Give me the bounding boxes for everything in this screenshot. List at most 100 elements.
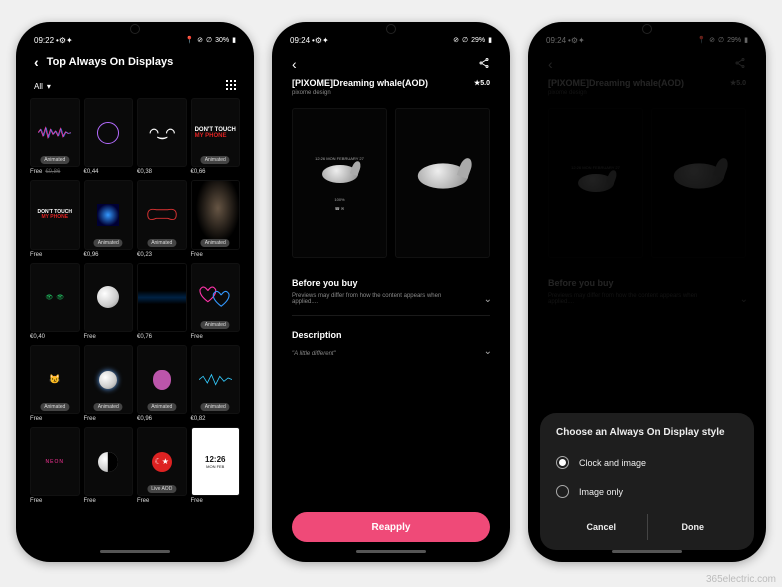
aod-item[interactable]: DON'T TOUCHMY PHONE Animated €0,66 (191, 98, 241, 175)
aod-item[interactable]: Animated Free (191, 263, 241, 340)
reapply-label: Reapply (372, 522, 411, 533)
badge: Animated (147, 239, 176, 247)
aod-item[interactable]: Animated €0,96 (84, 180, 134, 257)
option-clock-image[interactable]: Clock and image (556, 448, 738, 477)
aod-item[interactable]: 12:26MON FEB Free (191, 427, 241, 504)
price: Free (30, 498, 42, 504)
option-image-only[interactable]: Image only (556, 477, 738, 506)
aod-item[interactable]: DON'T TOUCHMY PHONE Free (30, 180, 80, 257)
thumb: 12:26MON FEB (191, 427, 241, 496)
aod-item[interactable]: ☾★ Live AOD Free (137, 427, 187, 504)
battery-text: 30% (215, 37, 229, 44)
price: Free (191, 498, 203, 504)
aod-item[interactable]: Animated Free (84, 345, 134, 422)
badge: Animated (94, 239, 123, 247)
badge: Animated (94, 403, 123, 411)
thumb: Animated (137, 345, 187, 414)
back-icon[interactable]: ‹ (34, 54, 39, 70)
done-button[interactable]: Done (648, 514, 739, 540)
price: €0,82 (191, 416, 206, 422)
badge: Animated (147, 403, 176, 411)
status-icons-left: •⚙✦ (56, 36, 73, 45)
preview-2[interactable] (395, 108, 490, 258)
price: €0,38 (137, 169, 152, 175)
phone-frame-3: 09:24 •⚙✦ 📍 ⊘ ∅ 29% ▮ ‹ (528, 22, 766, 562)
thumb: 😼 Animated (30, 345, 80, 414)
dnd-icon: ⊘ (197, 36, 203, 44)
thumb: Animated (30, 98, 80, 167)
screen-dialog: 09:24 •⚙✦ 📍 ⊘ ∅ 29% ▮ ‹ (534, 28, 760, 556)
aod-item[interactable]: €0,44 (84, 98, 134, 175)
aod-item[interactable]: Animated €0,96 (137, 345, 187, 422)
dialog-title: Choose an Always On Display style (556, 427, 738, 438)
aod-item[interactable]: Animated Free (191, 180, 241, 257)
home-indicator[interactable] (612, 550, 682, 553)
chevron-down-icon[interactable]: ⌄ (484, 346, 492, 357)
whale-art (417, 163, 467, 202)
location-icon: 📍 (185, 36, 194, 44)
badge: Live AOD (147, 485, 176, 493)
reapply-button[interactable]: Reapply (292, 512, 490, 542)
aod-item[interactable]: NEON Free (30, 427, 80, 504)
preview-batt: 100% (334, 197, 344, 202)
home-indicator[interactable] (100, 550, 170, 553)
option-label: Clock and image (579, 458, 646, 468)
price: €0,96 (137, 416, 152, 422)
aod-item[interactable]: Animated €0,23 (137, 180, 187, 257)
old-price: €0,86 (45, 169, 60, 175)
price: Free (84, 416, 96, 422)
thumb (84, 263, 134, 332)
price: €0,23 (137, 252, 152, 258)
screen-listing: 09:22 •⚙✦ 📍 ⊘ ∅ 30% ▮ ‹ Top Always On Di… (22, 28, 248, 556)
aod-item[interactable]: 😼 Animated Free (30, 345, 80, 422)
price: Free (191, 252, 203, 258)
thumb (84, 427, 134, 496)
aod-item[interactable]: Free (84, 263, 134, 340)
aod-item[interactable]: ◠‿◠ €0,38 (137, 98, 187, 175)
thumb (137, 263, 187, 332)
price: €0,44 (84, 169, 99, 175)
badge: Animated (201, 321, 230, 329)
filter-all[interactable]: All ▾ (34, 82, 51, 91)
radio-icon (556, 485, 569, 498)
aod-item[interactable]: Animated Free€0,86 (30, 98, 80, 175)
grid-view-icon[interactable] (226, 80, 236, 92)
price: €0,96 (84, 252, 99, 258)
camera-notch (386, 24, 396, 34)
whale-art (322, 165, 358, 193)
cancel-button[interactable]: Cancel (556, 514, 647, 540)
price: €0,76 (137, 334, 152, 340)
chevron-down-icon[interactable]: ⌄ (484, 294, 492, 305)
battery-icon: ▮ (488, 36, 492, 44)
preview-1[interactable]: 12:26 MON FEBRUARY 27 100% ☎ ✉ (292, 108, 387, 258)
status-time: 09:22 (34, 36, 54, 45)
badge: Animated (40, 156, 69, 164)
preview-time: 12:26 MON FEBRUARY 27 (315, 156, 364, 161)
price: Free (30, 252, 42, 258)
back-icon[interactable]: ‹ (292, 56, 297, 72)
aod-item[interactable]: Free (84, 427, 134, 504)
preview-row: 12:26 MON FEBRUARY 27 100% ☎ ✉ (278, 102, 504, 264)
aod-grid: Animated Free€0,86 €0,44 ◠‿◠ €0,38 DON'T… (22, 98, 248, 510)
chevron-down-icon: ▾ (47, 82, 51, 91)
camera-notch (642, 24, 652, 34)
home-indicator[interactable] (356, 550, 426, 553)
thumb: Animated (191, 263, 241, 332)
price: Free (30, 416, 42, 422)
aod-item[interactable]: 👁 👁 €0,40 (30, 263, 80, 340)
status-icons-left: •⚙✦ (312, 36, 329, 45)
status-time: 09:24 (290, 36, 310, 45)
aod-item[interactable]: Animated €0,82 (191, 345, 241, 422)
phone-frame-1: 09:22 •⚙✦ 📍 ⊘ ∅ 30% ▮ ‹ Top Always On Di… (16, 22, 254, 562)
dnd-icon: ⊘ (453, 36, 459, 44)
item-title: [PIXOME]Dreaming whale(AOD) (292, 78, 428, 88)
thumb: ☾★ Live AOD (137, 427, 187, 496)
share-icon[interactable] (478, 57, 490, 71)
aod-item[interactable]: €0,76 (137, 263, 187, 340)
thumb: Animated (84, 345, 134, 414)
price: Free (84, 498, 96, 504)
data-off-icon: ∅ (462, 36, 468, 44)
price: Free (84, 334, 96, 340)
before-buy-body: Previews may differ from how the content… (292, 293, 460, 305)
thumb: Animated (84, 180, 134, 249)
